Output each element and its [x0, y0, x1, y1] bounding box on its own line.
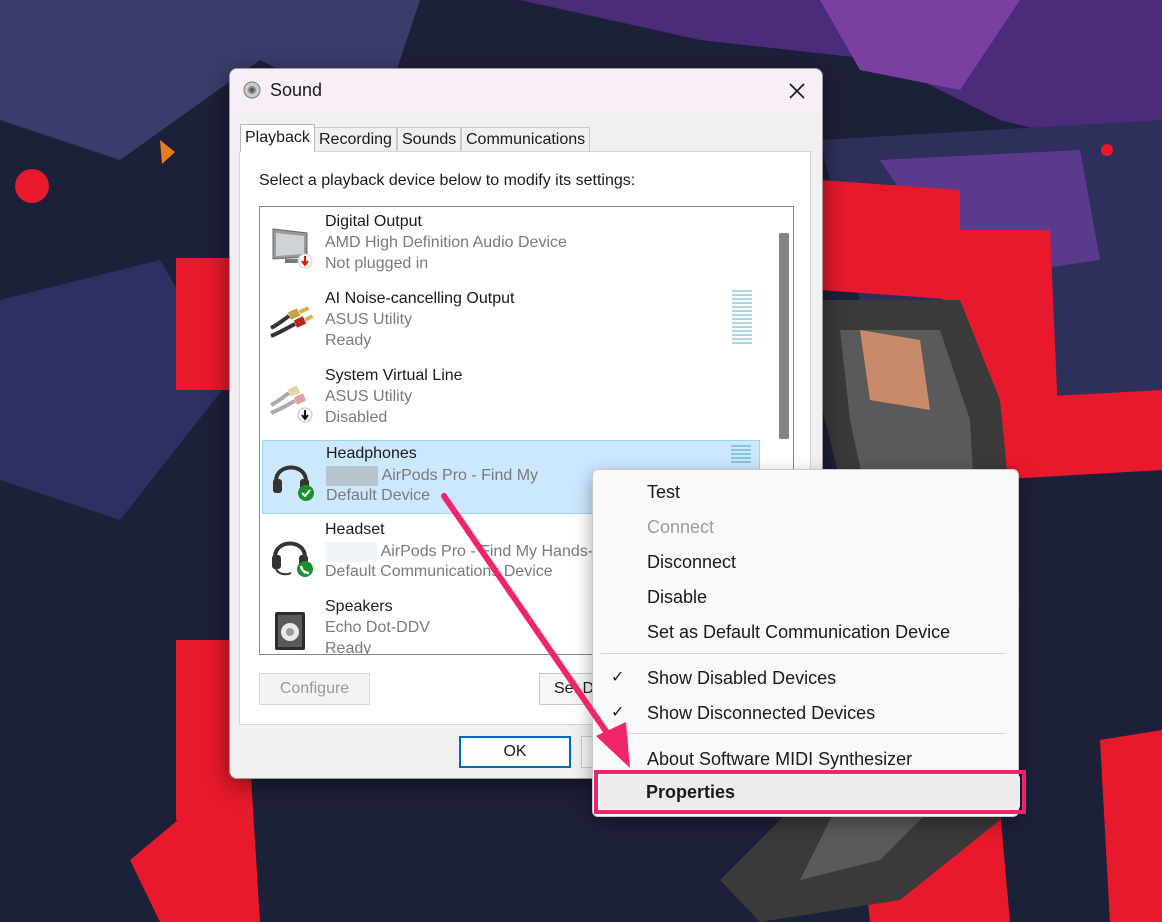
device-status: Not plugged in — [325, 255, 429, 272]
monitor-icon — [272, 228, 313, 269]
device-driver: AMD High Definition Audio Device — [325, 234, 567, 251]
device-status: Disabled — [325, 409, 388, 426]
list-item-system-virtual-line[interactable]: System Virtual Line ASUS Utility Disable… — [262, 363, 760, 437]
device-driver: AirPods Pro - Find My — [326, 466, 538, 486]
checkmark-icon: ✓ — [611, 669, 625, 686]
list-item-ai-noise-cancelling[interactable]: AI Noise-cancelling Output ASUS Utility … — [262, 286, 760, 360]
device-driver-text: AirPods Pro - Find My Hands-Fr — [380, 543, 609, 561]
checkmark-icon: ✓ — [611, 704, 625, 721]
menu-item-test[interactable]: Test — [647, 482, 680, 503]
menu-item-connect[interactable]: Connect — [647, 517, 714, 538]
configure-button[interactable]: Configure — [259, 673, 370, 705]
headphones-icon — [273, 465, 314, 501]
headset-icon — [272, 541, 313, 577]
device-status: Default Communications Device — [325, 563, 553, 580]
redacted-name — [325, 542, 377, 562]
menu-separator — [601, 733, 1006, 734]
device-driver-text: AirPods Pro - Find My — [381, 467, 539, 485]
context-menu: Test Connect Disconnect Disable Set as D… — [592, 469, 1019, 817]
tab-playback[interactable]: Playback — [240, 124, 315, 152]
device-driver: ASUS Utility — [325, 311, 413, 328]
close-icon — [789, 83, 805, 99]
menu-item-show-disconnected[interactable]: Show Disconnected Devices — [647, 703, 875, 724]
menu-item-show-disabled[interactable]: Show Disabled Devices — [647, 668, 836, 689]
redacted-name — [326, 466, 378, 486]
instruction-text: Select a playback device below to modify… — [259, 172, 636, 189]
device-status: Ready — [325, 640, 372, 655]
list-scrollbar[interactable] — [779, 233, 789, 439]
device-name: AI Noise-cancelling Output — [325, 290, 515, 307]
properties-highlight-box — [594, 770, 1026, 814]
ok-button[interactable]: OK — [459, 736, 571, 768]
menu-item-about-midi[interactable]: About Software MIDI Synthesizer — [647, 749, 912, 770]
volume-meter — [732, 290, 752, 346]
speaker-icon — [275, 612, 305, 650]
rca-cable-icon — [270, 306, 314, 338]
device-name: System Virtual Line — [325, 367, 463, 384]
device-name: Headphones — [326, 445, 417, 462]
device-status: Ready — [325, 332, 372, 349]
tab-communications[interactable]: Communications — [461, 127, 591, 151]
tab-recording[interactable]: Recording — [314, 127, 397, 151]
rca-cable-disabled-icon — [270, 385, 313, 423]
device-driver: Echo Dot-DDV — [325, 619, 430, 636]
close-button[interactable] — [772, 69, 822, 113]
menu-item-disconnect[interactable]: Disconnect — [647, 552, 736, 573]
menu-item-set-default-communication[interactable]: Set as Default Communication Device — [647, 622, 950, 643]
device-driver: AirPods Pro - Find My Hands-Fr — [325, 542, 608, 562]
device-name: Speakers — [325, 598, 393, 615]
device-name: Digital Output — [325, 213, 422, 230]
menu-item-disable[interactable]: Disable — [647, 587, 707, 608]
device-name: Headset — [325, 521, 385, 538]
volume-meter — [731, 445, 751, 465]
speaker-title-icon — [243, 81, 261, 99]
device-driver: ASUS Utility — [325, 388, 413, 405]
menu-separator — [601, 653, 1006, 654]
title-bar[interactable]: Sound — [230, 69, 822, 113]
tab-sounds[interactable]: Sounds — [397, 127, 462, 151]
list-item-digital-output[interactable]: Digital Output AMD High Definition Audio… — [262, 209, 760, 283]
device-status: Default Device — [326, 487, 431, 504]
window-title: Sound — [270, 80, 323, 100]
